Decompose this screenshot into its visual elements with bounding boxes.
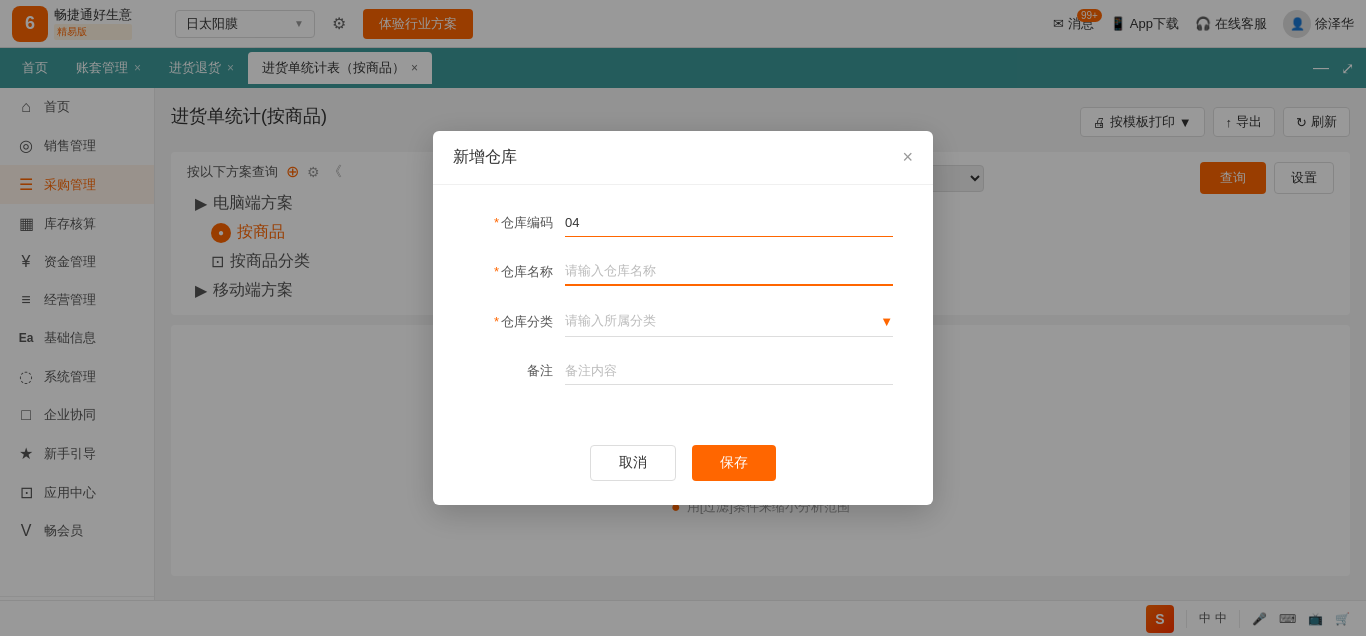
add-warehouse-modal: 新增仓库 × 仓库编码 仓库名称 仓库分类 请输入所属分类 ▼ [433, 131, 933, 505]
name-field-row: 仓库名称 [473, 257, 893, 286]
cancel-button[interactable]: 取消 [590, 445, 676, 481]
modal-title: 新增仓库 [453, 147, 517, 168]
remark-input[interactable] [565, 357, 893, 385]
code-input[interactable] [565, 209, 893, 237]
category-dropdown-icon: ▼ [880, 314, 893, 329]
remark-label: 备注 [473, 362, 553, 380]
save-button[interactable]: 保存 [692, 445, 776, 481]
modal-overlay[interactable]: 新增仓库 × 仓库编码 仓库名称 仓库分类 请输入所属分类 ▼ [0, 0, 1366, 636]
name-label: 仓库名称 [473, 263, 553, 281]
category-label: 仓库分类 [473, 313, 553, 331]
modal-close-button[interactable]: × [902, 147, 913, 168]
category-field-row: 仓库分类 请输入所属分类 ▼ [473, 306, 893, 337]
code-label: 仓库编码 [473, 214, 553, 232]
category-select[interactable]: 请输入所属分类 ▼ [565, 306, 893, 337]
modal-body: 仓库编码 仓库名称 仓库分类 请输入所属分类 ▼ 备注 [433, 185, 933, 429]
modal-footer: 取消 保存 [433, 429, 933, 505]
name-input[interactable] [565, 257, 893, 286]
code-field-row: 仓库编码 [473, 209, 893, 237]
category-placeholder: 请输入所属分类 [565, 312, 656, 330]
modal-header: 新增仓库 × [433, 131, 933, 185]
remark-field-row: 备注 [473, 357, 893, 385]
